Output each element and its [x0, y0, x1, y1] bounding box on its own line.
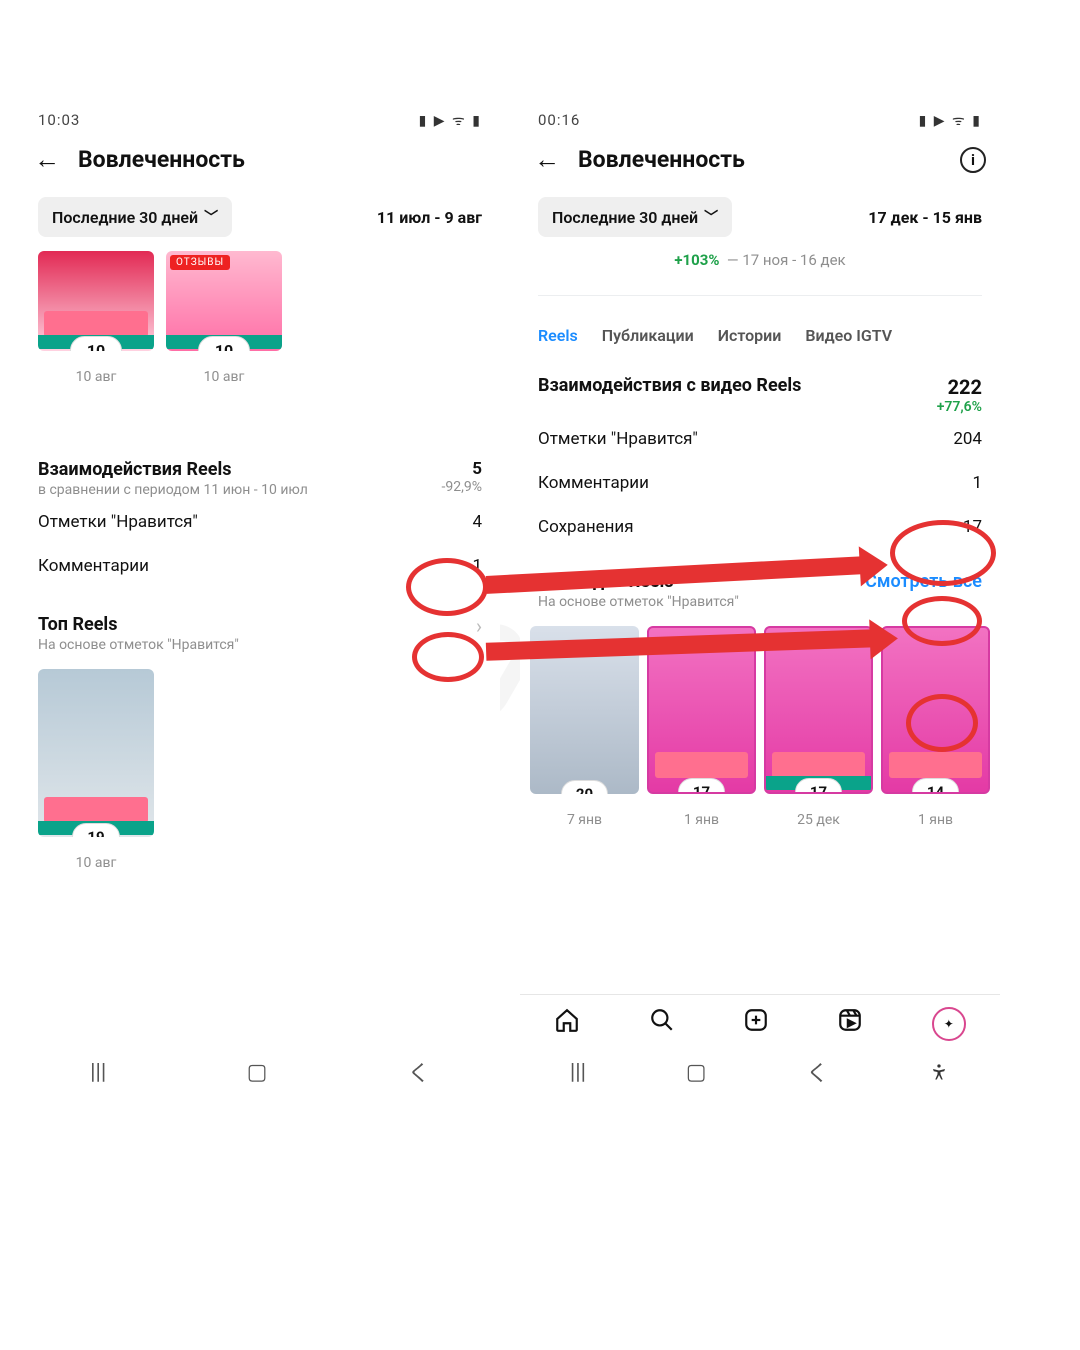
accessibility-icon[interactable] [928, 1061, 950, 1083]
page-title: Вовлеченность [78, 146, 486, 173]
post-thumb[interactable]: ОТЗЫВЫ 10 [166, 251, 282, 351]
reels-change-pct: +77,6% [937, 399, 982, 415]
reel-date: 1 янв [684, 794, 719, 828]
thumb-date: 10 авг [76, 351, 117, 385]
likes-value: 204 [953, 429, 982, 449]
page-title: Вовлеченность [578, 146, 942, 173]
previous-period-change: +103% — 17 ноя - 16 дек [520, 251, 1000, 277]
period-label: Последние 30 дней [52, 208, 198, 227]
engagement-badge: 17 [678, 778, 725, 794]
clock: 00:16 [538, 111, 580, 129]
home-icon[interactable]: ▢ [247, 1060, 268, 1085]
recents-icon[interactable]: ||| [570, 1060, 586, 1085]
tab-igtv[interactable]: Видео IGTV [805, 326, 892, 345]
saves-label: Сохранения [538, 517, 634, 537]
screenshot-left: 10:03 ▮ ▶ ᯤ ▮ ← Вовлеченность Последние … [20, 104, 500, 1092]
likes-label: Отметки "Нравится" [538, 429, 698, 449]
home-icon[interactable]: ▢ [686, 1060, 707, 1085]
engagement-badge: 19 [72, 823, 119, 837]
comments-label: Комментарии [538, 473, 649, 493]
reel-date: 25 дек [797, 794, 840, 828]
back-icon[interactable]: ← [34, 144, 60, 175]
reels-icon[interactable] [837, 1007, 863, 1040]
reel-date: 10 авг [76, 837, 117, 871]
instagram-bottom-nav: ✦ [520, 994, 1000, 1052]
top-reels-title: Топ видео Reels [538, 571, 739, 592]
comments-value: 1 [972, 473, 982, 493]
engagement-badge: 17 [795, 778, 842, 794]
reel-thumb[interactable]: 14 [881, 626, 990, 794]
reels-interactions-title: Взаимодействия с видео Reels [538, 375, 801, 396]
reels-change-pct: -92,9% [442, 479, 482, 495]
engagement-badge: 14 [912, 778, 959, 794]
date-range: 17 дек - 15 янв [868, 208, 982, 227]
status-bar: 10:03 ▮ ▶ ᯤ ▮ [20, 104, 500, 136]
reels-interactions-title: Взаимодействия Reels [38, 459, 308, 480]
back-nav-icon[interactable]: く [408, 1056, 430, 1088]
info-icon[interactable]: i [960, 147, 986, 173]
reel-thumb[interactable]: 20 [530, 626, 639, 794]
comments-value: 1 [472, 556, 482, 576]
reel-thumb[interactable]: 17 [764, 626, 873, 794]
tab-stories[interactable]: Истории [718, 326, 782, 345]
post-thumb[interactable]: 10 [38, 251, 154, 351]
top-reels-subtitle: На основе отметок "Нравится" [38, 637, 239, 653]
status-bar: 00:16 ▮ ▶ ᯤ ▮ [520, 104, 1000, 136]
tab-reels[interactable]: Reels [538, 326, 578, 345]
chevron-right-icon[interactable]: › [476, 614, 482, 638]
back-nav-icon[interactable]: く [806, 1056, 828, 1088]
status-icons: ▮ ▶ ᯤ ▮ [419, 111, 482, 130]
profile-avatar[interactable]: ✦ [932, 1007, 966, 1041]
reels-interactions-value: 222 [937, 375, 982, 399]
likes-label: Отметки "Нравится" [38, 512, 198, 532]
period-dropdown[interactable]: Последние 30 дней ﹀ [538, 197, 732, 237]
saves-value: 17 [963, 517, 982, 537]
new-post-icon[interactable] [743, 1007, 769, 1040]
prev-change-pct: +103% [674, 251, 719, 269]
clock: 10:03 [38, 111, 80, 129]
back-icon[interactable]: ← [534, 144, 560, 175]
top-reels-title: Топ Reels [38, 614, 239, 635]
reel-thumb[interactable]: 19 [38, 669, 154, 837]
reels-compare-subtitle: в сравнении с периодом 11 июн - 10 июл [38, 482, 308, 498]
engagement-badge: 10 [70, 336, 122, 351]
status-icons: ▮ ▶ ᯤ ▮ [919, 111, 982, 130]
reel-thumb[interactable]: 17 [647, 626, 756, 794]
reels-interactions-value: 5 [442, 459, 482, 479]
prev-change-range: 17 ноя - 16 дек [742, 251, 845, 269]
date-range: 11 июл - 9 авг [377, 208, 482, 227]
comments-label: Комментарии [38, 556, 149, 576]
top-reels-subtitle: На основе отметок "Нравится" [538, 594, 739, 610]
engagement-badge: 10 [198, 336, 250, 351]
period-label: Последние 30 дней [552, 208, 698, 227]
screenshot-right: 00:16 ▮ ▶ ᯤ ▮ ← Вовлеченность i Последни… [520, 104, 1000, 1092]
period-dropdown[interactable]: Последние 30 дней ﹀ [38, 197, 232, 237]
chevron-down-icon: ﹀ [204, 207, 218, 227]
reel-date: 1 янв [918, 794, 953, 828]
search-icon[interactable] [649, 1007, 675, 1040]
android-nav: ||| ▢ く [520, 1052, 1000, 1092]
chevron-down-icon: ﹀ [704, 207, 718, 227]
thumb-date: 10 авг [204, 351, 245, 385]
reel-date: 7 янв [567, 794, 602, 828]
likes-value: 4 [472, 512, 482, 532]
home-icon[interactable] [554, 1007, 580, 1040]
android-nav: ||| ▢ く [20, 1052, 500, 1092]
engagement-badge: 20 [561, 780, 608, 794]
tab-posts[interactable]: Публикации [602, 326, 694, 345]
recents-icon[interactable]: ||| [90, 1060, 106, 1085]
thumb-tag: ОТЗЫВЫ [170, 255, 230, 270]
see-all-link[interactable]: Смотреть все [865, 571, 982, 592]
